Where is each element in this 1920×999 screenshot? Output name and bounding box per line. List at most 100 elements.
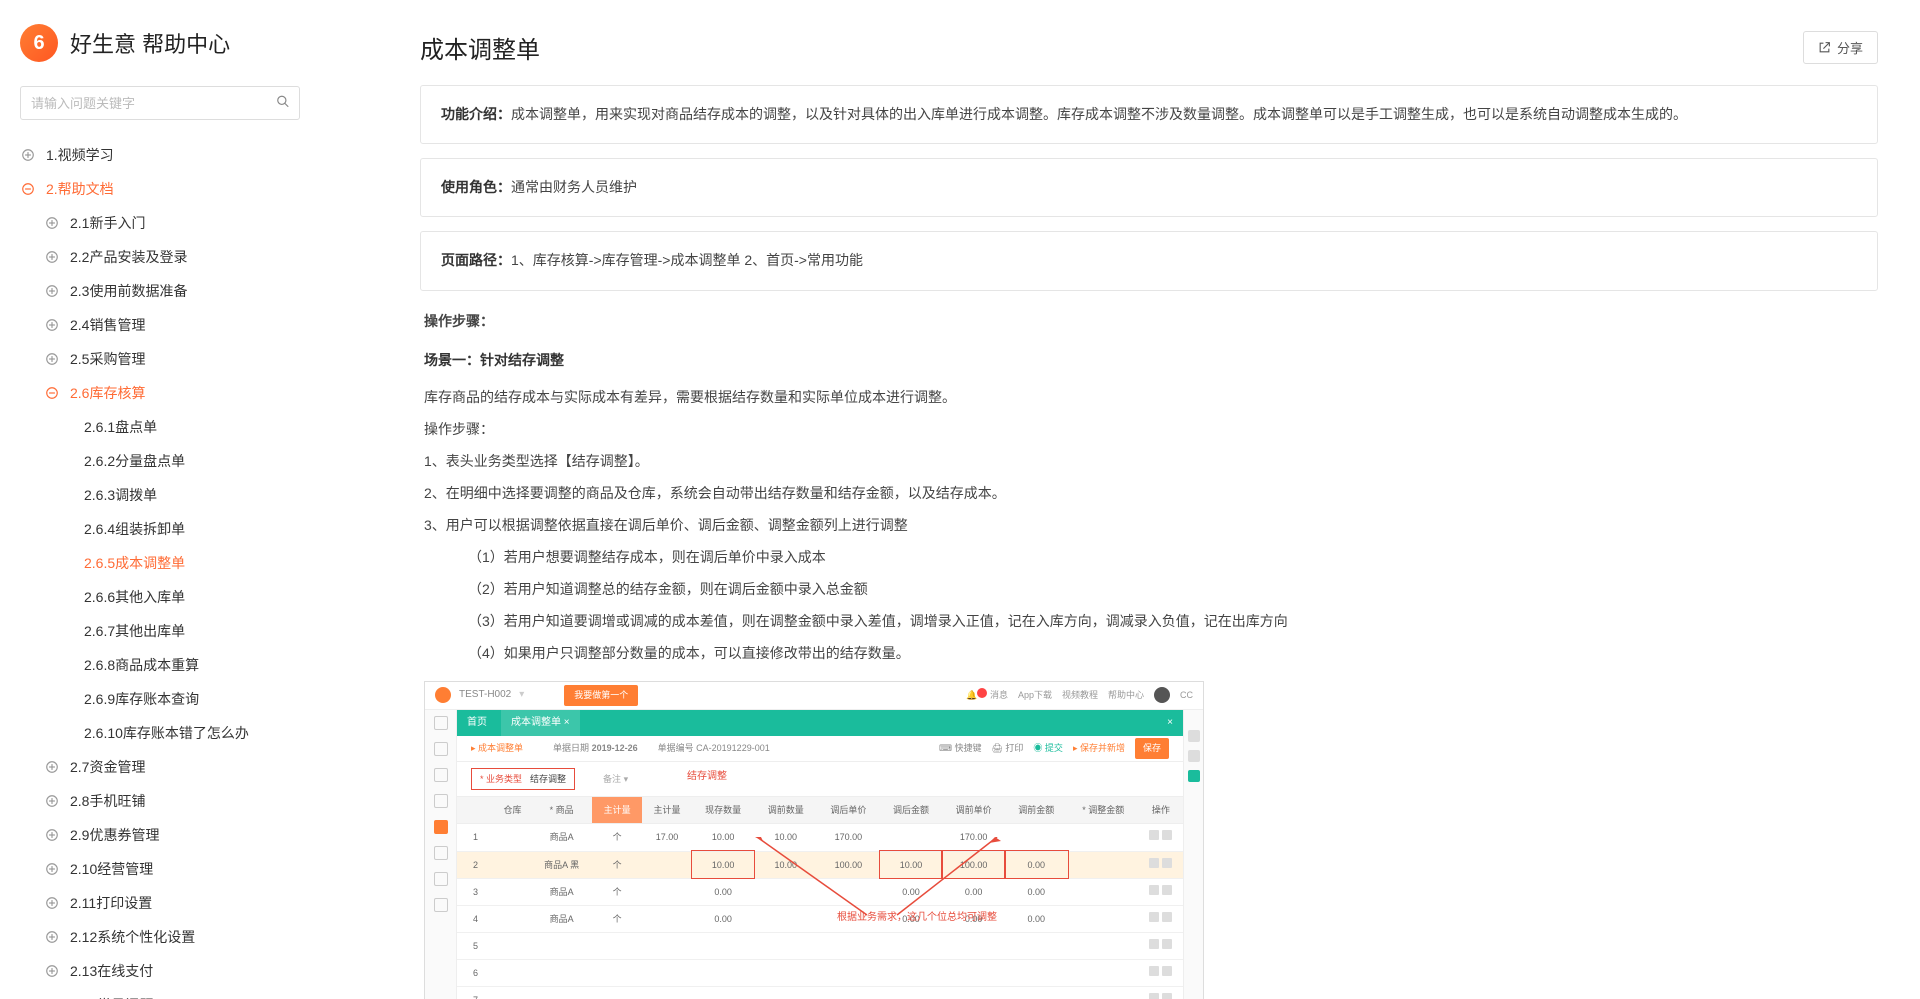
nav-label: 2.6库存核算: [70, 383, 145, 403]
nav-item[interactable]: 2.6.7其他出库单: [20, 614, 300, 648]
nav-item[interactable]: 2.6.6其他入库单: [20, 580, 300, 614]
minus-icon: [20, 181, 36, 197]
ss-side-icon: [434, 846, 448, 860]
plus-icon: [44, 215, 60, 231]
nav-label: 2.6.1盘点单: [84, 417, 157, 437]
search-input[interactable]: [20, 86, 300, 120]
nav-item[interactable]: 2.帮助文档: [20, 172, 300, 206]
step3: 3、用户可以根据调整依据直接在调后单价、调后金额、调整金额列上进行调整: [424, 511, 1878, 539]
plus-icon: [44, 793, 60, 809]
sidebar: 6 好生意 帮助中心 1.视频学习 2.帮助文档 2.1新手入门2.2产品安装及登录…: [0, 0, 320, 999]
nav-item[interactable]: 2.6.5成本调整单: [20, 546, 300, 580]
nav-item[interactable]: 2.6.2分量盘点单: [20, 444, 300, 478]
plus-icon: [44, 861, 60, 877]
plus-icon: [44, 963, 60, 979]
nav-item[interactable]: 2.6.9库存账本查询: [20, 682, 300, 716]
steps-label: 操作步骤：: [424, 415, 1878, 443]
ss-side-icon-active: [434, 820, 448, 834]
nav-label: 2.6.3调拨单: [84, 485, 157, 505]
role-label: 使用角色：: [441, 179, 511, 195]
nav-item[interactable]: 2.6库存核算: [20, 376, 300, 410]
nav-item[interactable]: 2.4销售管理: [20, 308, 300, 342]
nav-item[interactable]: 2.14常见问题: [20, 988, 300, 999]
step3-1: （1）若用户想要调整结存成本，则在调后单价中录入成本: [424, 543, 1878, 571]
page-title: 成本调整单: [420, 30, 540, 65]
steps-section: 操作步骤： 场景一：针对结存调整 库存商品的结存成本与实际成本有差异，需要根据结…: [420, 309, 1878, 999]
ss-side-icon: [434, 898, 448, 912]
plus-icon: [44, 895, 60, 911]
ss-top-code: TEST-H002: [459, 686, 511, 704]
logo: 6 好生意 帮助中心: [20, 24, 300, 62]
ss-avatar-icon: [1154, 687, 1170, 703]
nav-item[interactable]: 2.5采购管理: [20, 342, 300, 376]
embedded-screenshot: TEST-H002 ▾ 我要做第一个 🔔 消息 App下载 视频教程 帮助中心 …: [424, 681, 1204, 999]
nav-item[interactable]: 2.6.10库存账本错了怎么办: [20, 716, 300, 750]
nav-item[interactable]: 2.7资金管理: [20, 750, 300, 784]
intro-box: 功能介绍：成本调整单，用来实现对商品结存成本的调整，以及针对具体的出入库单进行成…: [420, 85, 1878, 144]
plus-icon: [44, 283, 60, 299]
plus-icon: [44, 351, 60, 367]
logo-icon: 6: [20, 24, 58, 62]
ss-logo-icon: [435, 687, 451, 703]
nav-label: 2.4销售管理: [70, 315, 145, 335]
nav-label: 2.6.9库存账本查询: [84, 689, 199, 709]
nav-item[interactable]: 2.6.1盘点单: [20, 410, 300, 444]
nav-label: 2.6.5成本调整单: [84, 553, 185, 573]
logo-text: 好生意 帮助中心: [70, 27, 230, 59]
minus-icon: [44, 385, 60, 401]
ss-orange-btn: 我要做第一个: [564, 685, 638, 705]
nav-item[interactable]: 1.视频学习: [20, 138, 300, 172]
scene1-title: 场景一：针对结存调整: [424, 348, 1878, 373]
nav-label: 2.帮助文档: [46, 179, 114, 199]
plus-icon: [44, 759, 60, 775]
ss-red-annotation1: 结存调整: [687, 768, 727, 786]
nav-item[interactable]: 2.13在线支付: [20, 954, 300, 988]
ss-filter: * 业务类型 结存调整 备注 ▾ 结存调整: [457, 762, 1183, 797]
nav-label: 2.14常见问题: [70, 995, 153, 999]
nav-label: 2.13在线支付: [70, 961, 153, 981]
nav-item[interactable]: 2.1新手入门: [20, 206, 300, 240]
ss-side-icon: [434, 794, 448, 808]
main-content: 成本调整单 分享 功能介绍：成本调整单，用来实现对商品结存成本的调整，以及针对具…: [320, 0, 1920, 999]
nav-item[interactable]: 2.10经营管理: [20, 852, 300, 886]
plus-icon: [44, 929, 60, 945]
share-button[interactable]: 分享: [1803, 31, 1878, 64]
nav-item[interactable]: 2.11打印设置: [20, 886, 300, 920]
nav-item[interactable]: 2.12系统个性化设置: [20, 920, 300, 954]
steps-title: 操作步骤：: [424, 309, 1878, 334]
ss-topbar: TEST-H002 ▾ 我要做第一个 🔔 消息 App下载 视频教程 帮助中心 …: [425, 682, 1203, 710]
nav-item[interactable]: 2.6.8商品成本重算: [20, 648, 300, 682]
plus-icon: [20, 147, 36, 163]
scene1-desc: 库存商品的结存成本与实际成本有差异，需要根据结存数量和实际单位成本进行调整。: [424, 383, 1878, 411]
ss-right-strip: [1183, 710, 1203, 999]
nav-label: 2.6.6其他入库单: [84, 587, 185, 607]
share-icon: [1818, 41, 1831, 54]
role-box: 使用角色：通常由财务人员维护: [420, 158, 1878, 217]
close-icon: ×: [1167, 714, 1173, 732]
step3-2: （2）若用户知道调整总的结存金额，则在调后金额中录入总金额: [424, 575, 1878, 603]
nav-list: 1.视频学习 2.帮助文档 2.1新手入门2.2产品安装及登录 2.3使用前数据准备 2…: [20, 138, 300, 999]
nav-label: 2.6.10库存账本错了怎么办: [84, 723, 249, 743]
nav-item[interactable]: 2.9优惠券管理: [20, 818, 300, 852]
nav-item[interactable]: 2.6.3调拨单: [20, 478, 300, 512]
nav-item[interactable]: 2.8手机旺铺: [20, 784, 300, 818]
nav-item[interactable]: 2.3使用前数据准备: [20, 274, 300, 308]
step3-3: （3）若用户知道要调增或调减的成本差值，则在调整金额中录入差值，调增录入正值，记…: [424, 607, 1878, 635]
nav-item[interactable]: 2.6.4组装拆卸单: [20, 512, 300, 546]
search-icon[interactable]: [276, 95, 290, 112]
nav-label: 2.9优惠券管理: [70, 825, 159, 845]
step1: 1、表头业务类型选择【结存调整】。: [424, 447, 1878, 475]
nav-label: 2.6.4组装拆卸单: [84, 519, 185, 539]
nav-label: 2.8手机旺铺: [70, 791, 145, 811]
ss-side-icon: [434, 768, 448, 782]
ss-left-side: [425, 710, 457, 999]
nav-label: 2.3使用前数据准备: [70, 281, 187, 301]
nav-label: 2.5采购管理: [70, 349, 145, 369]
ss-top-right: 🔔 消息 App下载 视频教程 帮助中心 CC: [966, 687, 1193, 703]
nav-item[interactable]: 2.2产品安装及登录: [20, 240, 300, 274]
nav-label: 2.10经营管理: [70, 859, 153, 879]
ss-annotation-text: 根据业务需求，这几个位总均可调整: [837, 909, 997, 927]
step3-4: （4）如果用户只调整部分数量的成本，可以直接修改带出的结存数量。: [424, 639, 1878, 667]
ss-toolbar: ▸ 成本调整单 单据日期 2019-12-26 单据编号 CA-20191229…: [457, 736, 1183, 762]
nav-label: 2.11打印设置: [70, 893, 152, 913]
